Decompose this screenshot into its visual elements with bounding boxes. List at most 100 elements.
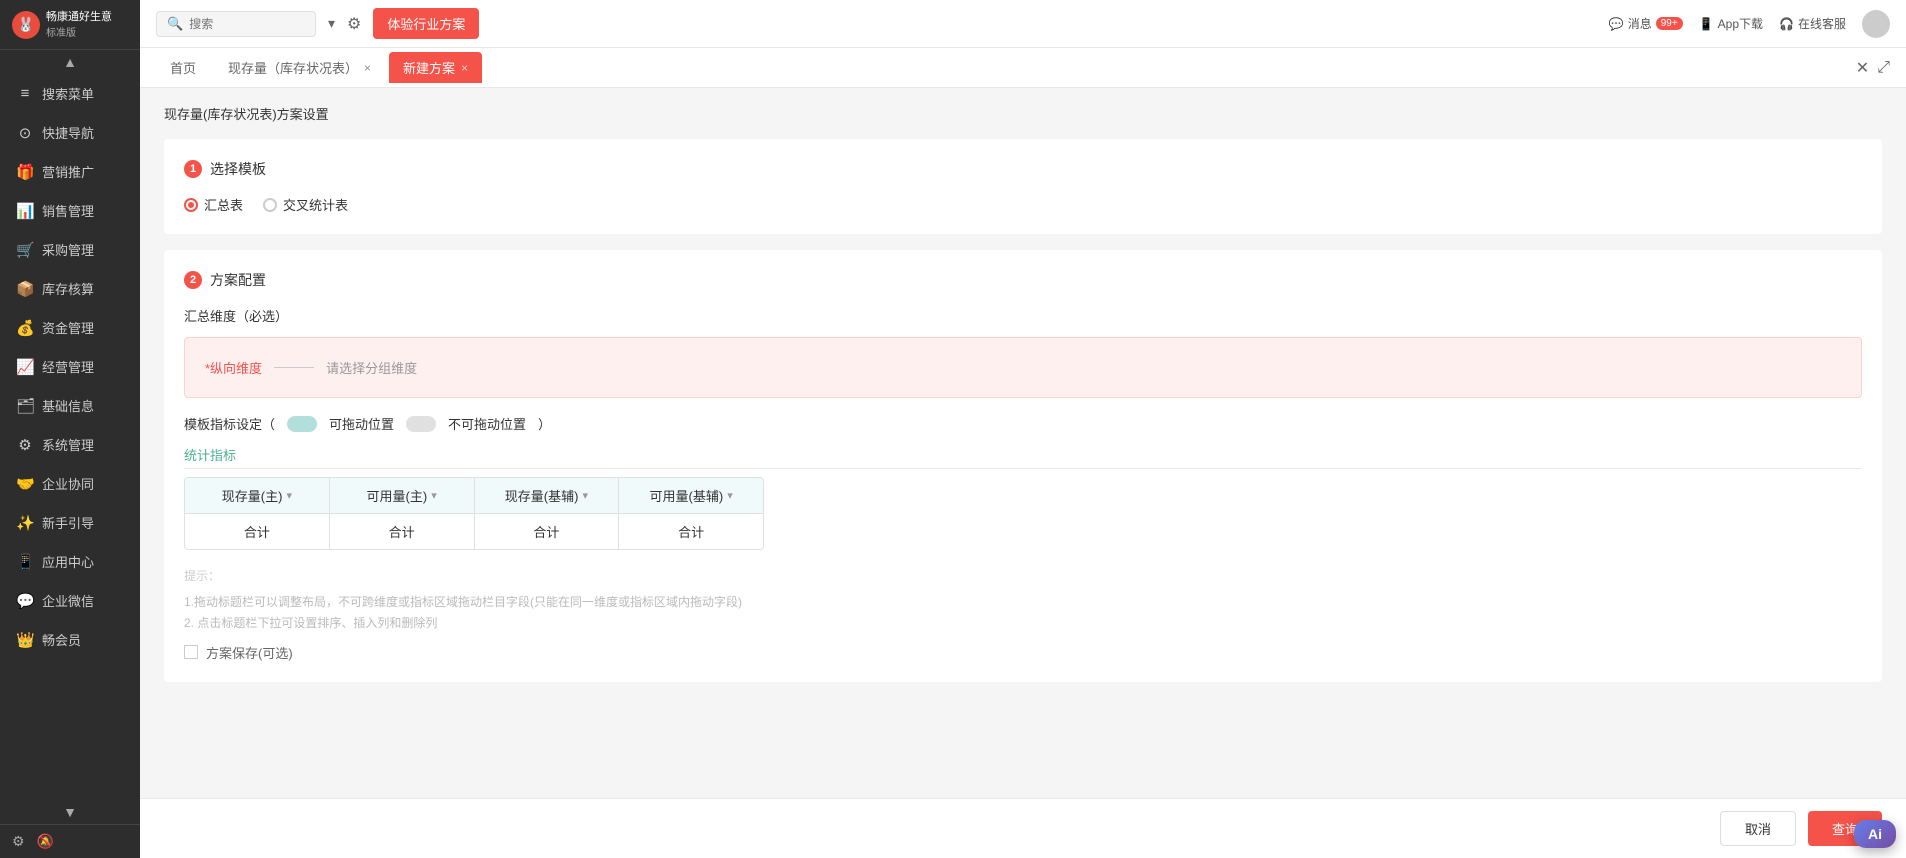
sidebar-item-wechat[interactable]: 💬 企业微信: [0, 581, 140, 620]
app-download-button[interactable]: 📱 App下载: [1699, 15, 1763, 32]
sidebar-item-purchase[interactable]: 🛒 采购管理: [0, 230, 140, 269]
no-drag-indicator: [406, 416, 436, 432]
col-available-main-header[interactable]: 可用量(主) ▾: [330, 478, 474, 513]
member-icon: 👑: [16, 631, 34, 649]
step1-title: 选择模板: [210, 159, 266, 179]
search-dropdown-button[interactable]: ▾: [328, 15, 335, 32]
col-available-main-summary: 合计: [330, 513, 474, 549]
sidebar: 🐰 畅康通好生意 标准版 ▲ ≡ 搜索菜单 ⊙ 快捷导航 🎁 营销推广 📊 销售…: [0, 0, 140, 858]
sidebar-item-search-menu[interactable]: ≡ 搜索菜单: [0, 74, 140, 113]
step2-badge: 2: [184, 271, 202, 289]
sidebar-item-label: 新手引导: [42, 513, 94, 532]
indicator-close-label: ）: [538, 414, 551, 433]
col-available-aux-body: 合计: [619, 513, 763, 549]
radio-cross[interactable]: 交叉统计表: [263, 195, 348, 214]
main-area: 🔍 ▾ ⚙ 体验行业方案 💬 消息 99+ 📱 App下载 🎧 在线客服: [140, 0, 1906, 858]
tab-new-plan-close-icon[interactable]: ×: [461, 61, 468, 75]
dimension-selector[interactable]: *纵向维度 请选择分组维度: [184, 337, 1862, 398]
col-inventory-main-label: 现存量(主): [222, 486, 283, 505]
tab-home[interactable]: 首页: [156, 52, 210, 83]
sidebar-item-label: 系统管理: [42, 435, 94, 454]
stats-label: 统计指标: [184, 445, 1862, 469]
radio-cross-label: 交叉统计表: [283, 195, 348, 214]
step2-section: 2 方案配置 汇总维度（必选） *纵向维度 请选择分组维度 模板指标设定（ 可拖…: [164, 250, 1882, 682]
sidebar-item-marketing[interactable]: 🎁 营销推广: [0, 152, 140, 191]
dimension-required-star: *纵向维度: [205, 358, 262, 377]
topbar-right: 💬 消息 99+ 📱 App下载 🎧 在线客服: [1609, 10, 1890, 38]
radio-summary-label: 汇总表: [204, 195, 243, 214]
tip-1: 1.拖动标题栏可以调整布局，不可跨维度或指标区域拖动栏目字段(只能在同一维度或指…: [184, 592, 1862, 614]
message-button[interactable]: 💬 消息 99+: [1609, 15, 1683, 32]
tab-new-plan[interactable]: 新建方案 ×: [389, 52, 482, 83]
app-center-icon: 📱: [16, 553, 34, 571]
sidebar-item-app-center[interactable]: 📱 应用中心: [0, 542, 140, 581]
sidebar-item-inventory[interactable]: 📦 库存核算: [0, 269, 140, 308]
sidebar-item-label: 应用中心: [42, 552, 94, 571]
stats-table-body: 合计 合计 合计 合计: [185, 513, 763, 549]
online-service-button[interactable]: 🎧 在线客服: [1779, 15, 1846, 32]
col-inventory-aux: 现存量(基辅) ▾: [475, 478, 620, 513]
dimension-separator-line: [274, 367, 314, 368]
tab-inventory-close-icon[interactable]: ×: [364, 61, 371, 75]
settings-gear-button[interactable]: ⚙: [347, 14, 361, 34]
sidebar-item-operation[interactable]: 📈 经营管理: [0, 347, 140, 386]
sidebar-item-label: 基础信息: [42, 396, 94, 415]
col-available-main-label: 可用量(主): [367, 486, 428, 505]
sidebar-item-enterprise[interactable]: 🤝 企业协同: [0, 464, 140, 503]
content-area: 现存量(库存状况表)方案设置 1 选择模板 汇总表 交叉统计表 2: [140, 88, 1906, 798]
col-available-main-body: 合计: [330, 513, 475, 549]
tip-2: 2. 点击标题栏下拉可设置排序、插入列和删除列: [184, 613, 1862, 635]
stats-section: 统计指标 现存量(主) ▾ 可用量(主) ▾: [184, 445, 1862, 550]
search-input[interactable]: [189, 17, 305, 31]
step2-header: 2 方案配置: [184, 270, 1862, 290]
save-checkbox[interactable]: [184, 645, 198, 659]
industry-plan-button[interactable]: 体验行业方案: [373, 8, 479, 39]
sidebar-item-sales[interactable]: 📊 销售管理: [0, 191, 140, 230]
tab-inventory-label: 现存量（库存状况表）: [228, 58, 358, 77]
sidebar-item-basic[interactable]: 🗂 基础信息: [0, 386, 140, 425]
radio-summary[interactable]: 汇总表: [184, 195, 243, 214]
template-radio-group: 汇总表 交叉统计表: [184, 195, 1862, 214]
system-icon: ⚙: [16, 436, 34, 454]
draggable-label: 可拖动位置: [329, 414, 394, 433]
tab-bar: 首页 现存量（库存状况表） × 新建方案 × ✕ ⤢: [140, 48, 1906, 88]
bottom-bar: 取消 查询: [140, 798, 1906, 858]
close-all-tabs-button[interactable]: ✕: [1856, 58, 1869, 78]
sidebar-item-finance[interactable]: 💰 资金管理: [0, 308, 140, 347]
purchase-icon: 🛒: [16, 241, 34, 259]
ai-float-button[interactable]: Ai: [1854, 820, 1896, 848]
sound-button[interactable]: 🔕: [37, 833, 54, 850]
col-inventory-aux-label: 现存量(基辅): [505, 486, 579, 505]
user-avatar[interactable]: [1862, 10, 1890, 38]
col-inventory-aux-header[interactable]: 现存量(基辅) ▾: [475, 478, 619, 513]
settings-button[interactable]: ⚙: [12, 833, 25, 850]
sidebar-scroll-down[interactable]: ▼: [0, 800, 140, 824]
sidebar-item-quick-nav[interactable]: ⊙ 快捷导航: [0, 113, 140, 152]
save-option-label: 方案保存(可选): [206, 643, 293, 662]
step1-section: 1 选择模板 汇总表 交叉统计表: [164, 139, 1882, 234]
col-available-aux-header[interactable]: 可用量(基辅) ▾: [619, 478, 763, 513]
app-name: 畅康通好生意: [46, 10, 112, 24]
app-logo: 🐰 畅康通好生意 标准版: [0, 0, 140, 50]
operation-icon: 📈: [16, 358, 34, 376]
sidebar-scroll-up[interactable]: ▲: [0, 50, 140, 74]
sidebar-item-member[interactable]: 👑 畅会员: [0, 620, 140, 659]
expand-button[interactable]: ⤢: [1877, 59, 1890, 77]
sidebar-item-system[interactable]: ⚙ 系统管理: [0, 425, 140, 464]
cancel-button[interactable]: 取消: [1720, 811, 1796, 846]
col-inventory-aux-summary: 合计: [475, 513, 619, 549]
message-label: 消息: [1628, 15, 1652, 32]
col-inventory-main-header[interactable]: 现存量(主) ▾: [185, 478, 329, 513]
col-available-aux-summary: 合计: [619, 513, 763, 549]
sidebar-item-label: 采购管理: [42, 240, 94, 259]
save-option[interactable]: 方案保存(可选): [184, 643, 1862, 662]
search-box[interactable]: 🔍: [156, 11, 316, 37]
col-inventory-main-summary: 合计: [185, 513, 329, 549]
chevron-down-icon: ▾: [727, 489, 733, 502]
sidebar-item-label: 营销推广: [42, 162, 94, 181]
tab-inventory-status[interactable]: 现存量（库存状况表） ×: [214, 52, 385, 83]
chevron-down-icon: ▾: [286, 489, 292, 502]
sidebar-item-guide[interactable]: ✨ 新手引导: [0, 503, 140, 542]
sidebar-item-label: 销售管理: [42, 201, 94, 220]
app-version: 标准版: [46, 24, 112, 39]
